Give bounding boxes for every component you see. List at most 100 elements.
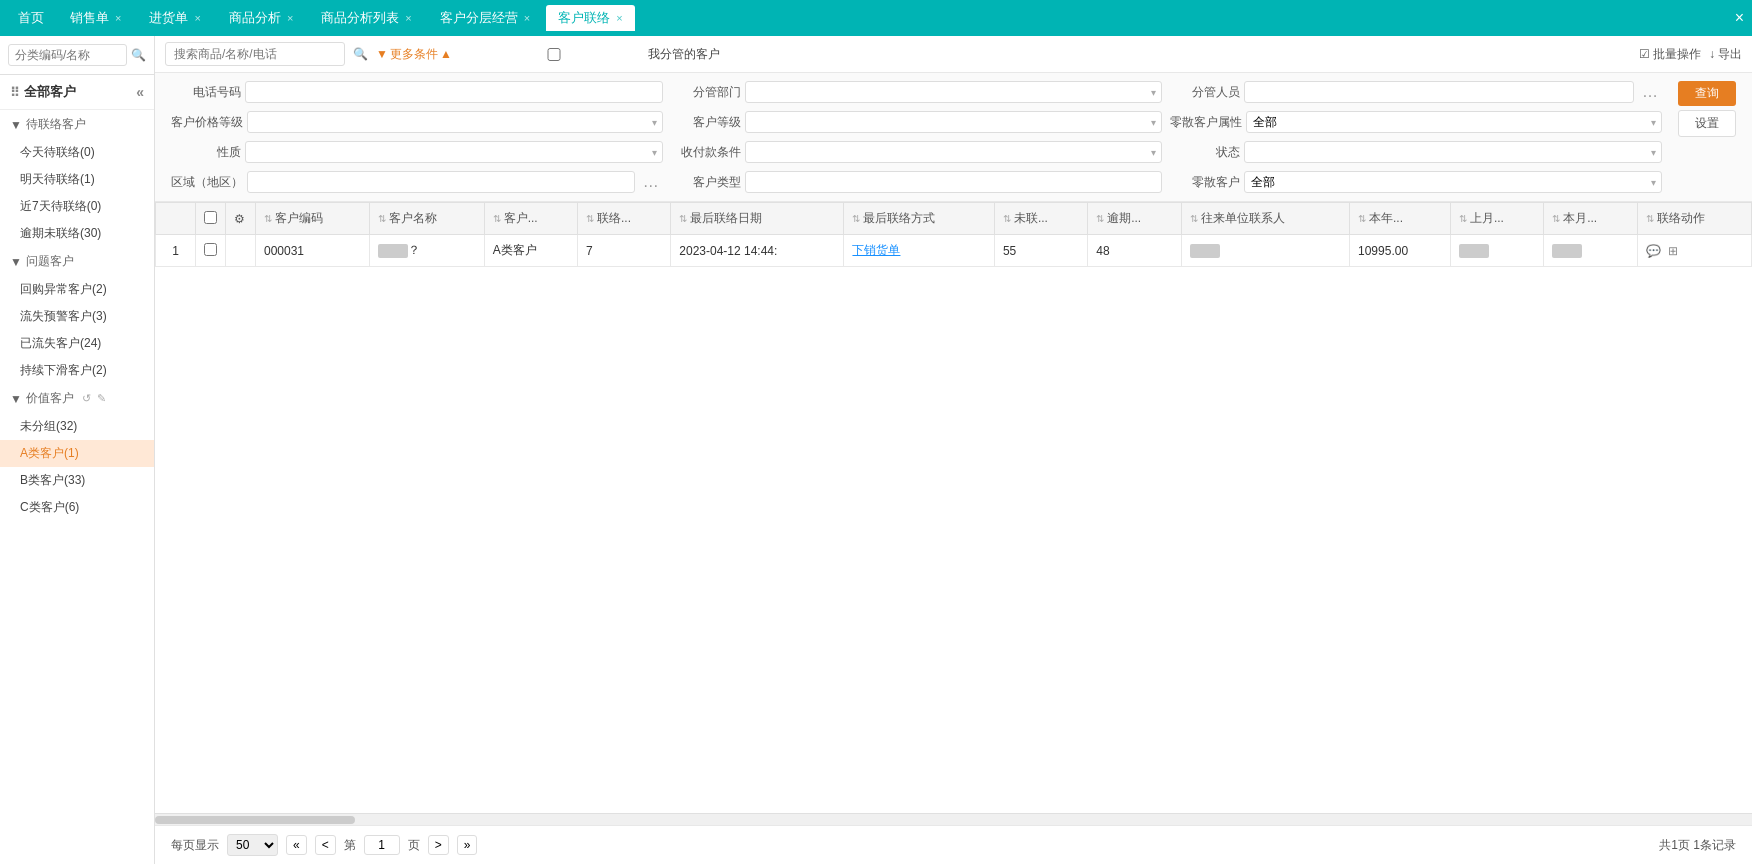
filter-dept: 分管部门 (671, 81, 1163, 103)
sidebar-item-tomorrow[interactable]: 明天待联络(1) (0, 166, 154, 193)
person-input[interactable] (1244, 81, 1634, 103)
batch-op-btn[interactable]: ☑ 批量操作 (1639, 46, 1701, 63)
sidebar-item-class-c[interactable]: C类客户(6) (0, 494, 154, 521)
table-container: ⚙ 客户编码 客户名称 客户... 联络... 最后联络日期 最后联络方式 未联… (155, 202, 1752, 813)
payment-label: 收付款条件 (671, 144, 741, 161)
close-purchase-tab[interactable]: × (194, 12, 200, 24)
sidebar-item-class-b[interactable]: B类客户(33) (0, 467, 154, 494)
search-icon[interactable]: 🔍 (353, 47, 368, 61)
customer-level-select[interactable] (745, 111, 1163, 133)
my-customers-checkbox[interactable] (464, 48, 644, 61)
nav-tab-customer-contact[interactable]: 客户联络 × (546, 5, 634, 31)
status-label: 状态 (1170, 144, 1240, 161)
cell-settings (226, 235, 256, 267)
sidebar-item-loss-warning[interactable]: 流失预警客户(3) (0, 303, 154, 330)
nav-home[interactable]: 首页 (8, 5, 54, 31)
select-all-checkbox[interactable] (204, 211, 217, 224)
prev-page-btn[interactable]: < (315, 835, 336, 855)
price-level-select[interactable] (247, 111, 663, 133)
person-more-btn[interactable]: … (1638, 83, 1662, 101)
sidebar-section-problem[interactable]: ▼ 问题客户 (0, 247, 154, 276)
sidebar-section-pending[interactable]: ▼ 待联络客户 (0, 110, 154, 139)
cell-check[interactable] (196, 235, 226, 267)
status-select[interactable] (1244, 141, 1662, 163)
filter-row-2: 客户价格等级 客户等级 零散客户属性 (171, 111, 1662, 133)
query-button[interactable]: 查询 (1678, 81, 1736, 106)
close-sales-tab[interactable]: × (115, 12, 121, 24)
settings-button[interactable]: 设置 (1678, 110, 1736, 137)
last-method-link[interactable]: 下销货单 (852, 243, 900, 257)
nav-tab-customer-layer[interactable]: 客户分层经营 × (428, 5, 542, 31)
col-num-header (156, 203, 196, 235)
sidebar-item-declining[interactable]: 持续下滑客户(2) (0, 357, 154, 384)
per-page-select[interactable]: 50 100 200 (227, 834, 278, 856)
col-name-header[interactable]: 客户名称 (370, 203, 484, 235)
filter-nature: 性质 (171, 141, 663, 163)
retail-select[interactable]: 全部 (1244, 171, 1662, 193)
col-unit-contact-header[interactable]: 往来单位联系人 (1181, 203, 1350, 235)
col-code-header[interactable]: 客户编码 (256, 203, 370, 235)
cell-last-month (1450, 235, 1543, 267)
col-this-month-header[interactable]: 本月... (1544, 203, 1637, 235)
advanced-filter: 电话号码 分管部门 分管人员 (155, 73, 1752, 202)
col-action-header[interactable]: 联络动作 (1637, 203, 1752, 235)
col-this-year-header[interactable]: 本年... (1350, 203, 1451, 235)
region-more-btn[interactable]: … (639, 173, 663, 191)
more-conditions-btn[interactable]: ▼ 更多条件 ▲ (376, 46, 452, 63)
nav-tab-analysis[interactable]: 商品分析 × (217, 5, 305, 31)
sidebar-collapse-btn[interactable]: « (136, 84, 144, 100)
sidebar-item-class-a[interactable]: A类客户(1) (0, 440, 154, 467)
sidebar-section-value[interactable]: ▼ 价值客户 ↺ ✎ (0, 384, 154, 413)
sidebar-item-ungrouped[interactable]: 未分组(32) (0, 413, 154, 440)
scrollbar-thumb[interactable] (155, 816, 355, 824)
nav-tab-analysis-list[interactable]: 商品分析列表 × (309, 5, 423, 31)
my-customers-check[interactable]: 我分管的客户 (464, 46, 720, 63)
sidebar-item-repurchase-abnormal[interactable]: 回购异常客户(2) (0, 276, 154, 303)
sidebar-item-overdue[interactable]: 逾期未联络(30) (0, 220, 154, 247)
col-last-date-header[interactable]: 最后联络日期 (671, 203, 844, 235)
action-chat-icon[interactable]: 💬 (1646, 244, 1661, 258)
dept-select[interactable] (745, 81, 1163, 103)
export-icon: ↓ (1709, 47, 1715, 61)
col-last-method-header[interactable]: 最后联络方式 (844, 203, 994, 235)
window-close-icon[interactable]: × (1735, 9, 1744, 27)
search-input[interactable] (165, 42, 345, 66)
next-page-btn[interactable]: > (428, 835, 449, 855)
page-number-input[interactable] (364, 835, 400, 855)
col-last-month-header[interactable]: 上月... (1450, 203, 1543, 235)
col-uncontacted-header[interactable]: 未联... (994, 203, 1087, 235)
cell-last-method: 下销货单 (844, 235, 994, 267)
phone-input[interactable] (245, 81, 663, 103)
customer-type-input[interactable] (745, 171, 1163, 193)
nature-select[interactable] (245, 141, 663, 163)
horizontal-scrollbar[interactable] (155, 813, 1752, 825)
col-type-header[interactable]: 客户... (484, 203, 577, 235)
cell-this-month (1544, 235, 1637, 267)
nav-tab-sales[interactable]: 销售单 × (58, 5, 133, 31)
close-customer-contact-tab[interactable]: × (616, 12, 622, 24)
close-analysis-tab[interactable]: × (287, 12, 293, 24)
col-contact-header[interactable]: 联络... (577, 203, 670, 235)
last-page-btn[interactable]: » (457, 835, 478, 855)
payment-select[interactable] (745, 141, 1163, 163)
retail-attr-select[interactable]: 全部 (1246, 111, 1662, 133)
sidebar-search-input[interactable] (8, 44, 127, 66)
filter-retail-attr: 零散客户属性 全部 (1170, 111, 1662, 133)
close-analysis-list-tab[interactable]: × (405, 12, 411, 24)
action-qr-icon[interactable]: ⊞ (1668, 244, 1678, 258)
sidebar-item-7days[interactable]: 近7天待联络(0) (0, 193, 154, 220)
sidebar-item-today[interactable]: 今天待联络(0) (0, 139, 154, 166)
last-month-placeholder (1459, 244, 1489, 258)
export-btn[interactable]: ↓ 导出 (1709, 46, 1742, 63)
row-checkbox[interactable] (204, 243, 217, 256)
nav-tab-purchase[interactable]: 进货单 × (137, 5, 212, 31)
sidebar-item-lost[interactable]: 已流失客户(24) (0, 330, 154, 357)
close-customer-layer-tab[interactable]: × (524, 12, 530, 24)
col-overdue-header[interactable]: 逾期... (1088, 203, 1181, 235)
col-check-header[interactable] (196, 203, 226, 235)
batch-op-icon: ☑ (1639, 47, 1650, 61)
region-input[interactable] (247, 171, 635, 193)
first-page-btn[interactable]: « (286, 835, 307, 855)
col-settings-header[interactable]: ⚙ (226, 203, 256, 235)
sidebar-search-icon[interactable]: 🔍 (131, 48, 146, 62)
